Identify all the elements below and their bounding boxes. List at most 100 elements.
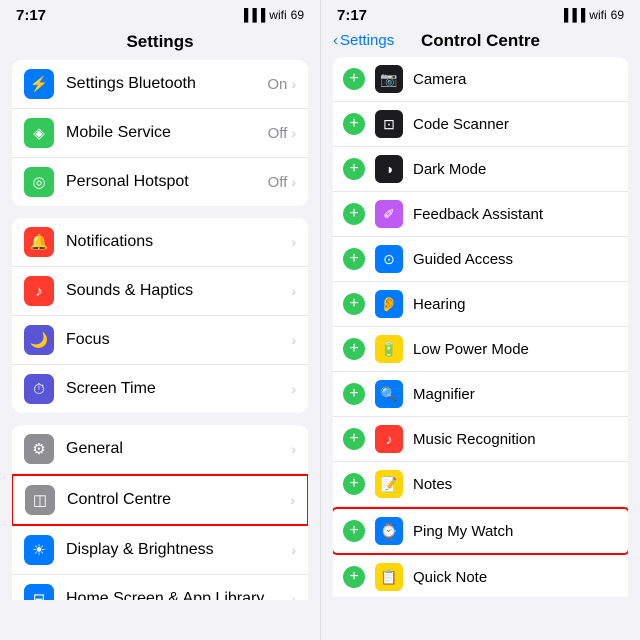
codescanner-icon: ⊡ — [375, 110, 403, 138]
right-scroll: +📷Camera+⊡Code Scanner+◑Dark Mode+✐Feedb… — [321, 57, 640, 597]
control-row-pingwatch[interactable]: + ⌚ Ping My Watch — [333, 507, 628, 555]
hotspot-icon: ◎ — [24, 167, 54, 197]
control-row-darkmode[interactable]: +◑Dark Mode — [333, 147, 628, 192]
right-time: 7:17 — [337, 7, 367, 24]
battery-icon: 69 — [291, 8, 304, 22]
back-button[interactable]: ‹ Settings — [333, 32, 394, 49]
codescanner-label: Code Scanner — [413, 116, 618, 133]
left-status-bar: 7:17 ▐▐▐ wifi 69 — [0, 0, 320, 28]
notes-label: Notes — [413, 476, 618, 493]
guided-add-button[interactable]: + — [343, 248, 365, 270]
lowpower-add-button[interactable]: + — [343, 338, 365, 360]
control-row-codescanner[interactable]: + ⊡ Code Scanner — [333, 102, 628, 147]
left-scroll: ⚡Settings BluetoothOn›◈Mobile ServiceOff… — [0, 60, 320, 600]
general-icon: ⚙ — [24, 434, 54, 464]
lowpower-icon: 🔋 — [375, 335, 403, 363]
notifications-label: Notifications — [66, 233, 291, 251]
bluetooth-icon: ⚡ — [24, 69, 54, 99]
camera-icon: 📷 — [375, 65, 403, 93]
guided-label: Guided Access — [413, 251, 618, 268]
general-chevron-icon: › — [291, 441, 296, 457]
settings-row-display[interactable]: ☀Display & Brightness› — [12, 526, 308, 575]
settings-row-notifications[interactable]: 🔔 Notifications› — [12, 218, 308, 267]
quicknote-add-button[interactable]: + — [343, 566, 365, 588]
right-battery-icon: 69 — [611, 8, 624, 22]
camera-label: Camera — [413, 71, 618, 88]
quicknote-label: Quick Note — [413, 569, 618, 586]
musicrec-icon: ♪ — [375, 425, 403, 453]
hotspot-chevron-icon: › — [291, 174, 296, 190]
sounds-label: Sounds & Haptics — [66, 282, 291, 300]
pingwatch-add-button[interactable]: + — [343, 520, 365, 542]
right-signal-icon: ▐▐▐ — [560, 8, 586, 22]
lowpower-label: Low Power Mode — [413, 341, 618, 358]
right-status-icons: ▐▐▐ wifi 69 — [560, 8, 624, 22]
focus-chevron-icon: › — [291, 332, 296, 348]
screentime-chevron-icon: › — [291, 381, 296, 397]
control-row-quicknote[interactable]: + 📋 Quick Note — [333, 555, 628, 597]
settings-row-hotspot[interactable]: ◎Personal HotspotOff› — [12, 158, 308, 206]
wifi-icon: wifi — [269, 8, 286, 22]
sounds-icon: ♪ — [24, 276, 54, 306]
homescreen-icon: ⊟ — [24, 584, 54, 600]
bluetooth-value: On — [267, 76, 287, 93]
magnifier-label: Magnifier — [413, 386, 618, 403]
pingwatch-icon: ⌚ — [375, 517, 403, 545]
mobile-value: Off — [268, 125, 288, 142]
control-row-notes[interactable]: +📝Notes — [333, 462, 628, 507]
screentime-icon: ⏱ — [24, 374, 54, 404]
guided-icon: ⊙ — [375, 245, 403, 273]
control-row-lowpower[interactable]: + 🔋 Low Power Mode — [333, 327, 628, 372]
control-row-magnifier[interactable]: + 🔍 Magnifier — [333, 372, 628, 417]
right-header: ‹ Settings Control Centre — [321, 28, 640, 57]
right-status-bar: 7:17 ▐▐▐ wifi 69 — [321, 0, 640, 28]
settings-row-controlcentre[interactable]: ◫ Control Centre› — [12, 474, 308, 526]
signal-icon: ▐▐▐ — [240, 8, 266, 22]
control-row-hearing[interactable]: +👂Hearing — [333, 282, 628, 327]
controlcentre-icon: ◫ — [25, 485, 55, 515]
musicrec-add-button[interactable]: + — [343, 428, 365, 450]
controlcentre-label: Control Centre — [67, 491, 290, 509]
hearing-add-button[interactable]: + — [343, 293, 365, 315]
right-panel: 7:17 ▐▐▐ wifi 69 ‹ Settings Control Cent… — [320, 0, 640, 640]
notes-add-button[interactable]: + — [343, 473, 365, 495]
settings-row-mobile[interactable]: ◈Mobile ServiceOff› — [12, 109, 308, 158]
magnifier-add-button[interactable]: + — [343, 383, 365, 405]
camera-add-button[interactable]: + — [343, 68, 365, 90]
focus-icon: 🌙 — [24, 325, 54, 355]
hotspot-value: Off — [268, 174, 288, 191]
feedback-icon: ✐ — [375, 200, 403, 228]
display-icon: ☀ — [24, 535, 54, 565]
screentime-label: Screen Time — [66, 380, 291, 398]
magnifier-icon: 🔍 — [375, 380, 403, 408]
right-page-title: Control Centre — [421, 31, 540, 51]
mobile-label: Mobile Service — [66, 124, 268, 142]
settings-row-sounds[interactable]: ♪Sounds & Haptics› — [12, 267, 308, 316]
controlcentre-chevron-icon: › — [290, 492, 295, 508]
settings-row-screentime[interactable]: ⏱ Screen Time› — [12, 365, 308, 413]
control-row-feedback[interactable]: + ✐ Feedback Assistant — [333, 192, 628, 237]
feedback-label: Feedback Assistant — [413, 206, 618, 223]
pingwatch-label: Ping My Watch — [413, 523, 618, 540]
focus-label: Focus — [66, 331, 291, 349]
homescreen-label: Home Screen & App Library — [66, 590, 291, 600]
left-status-icons: ▐▐▐ wifi 69 — [240, 8, 304, 22]
control-row-guided[interactable]: + ⊙ Guided Access — [333, 237, 628, 282]
darkmode-add-button[interactable]: + — [343, 158, 365, 180]
control-list: +📷Camera+⊡Code Scanner+◑Dark Mode+✐Feedb… — [321, 57, 640, 597]
control-row-musicrec[interactable]: +♪Music Recognition — [333, 417, 628, 462]
feedback-add-button[interactable]: + — [343, 203, 365, 225]
darkmode-icon: ◑ — [375, 155, 403, 183]
settings-row-general[interactable]: ⚙ General› — [12, 425, 308, 474]
hearing-label: Hearing — [413, 296, 618, 313]
control-row-camera[interactable]: + 📷 Camera — [333, 57, 628, 102]
settings-row-bluetooth[interactable]: ⚡Settings BluetoothOn› — [12, 60, 308, 109]
display-chevron-icon: › — [291, 542, 296, 558]
notifications-chevron-icon: › — [291, 234, 296, 250]
settings-row-homescreen[interactable]: ⊟Home Screen & App Library› — [12, 575, 308, 600]
notifications-icon: 🔔 — [24, 227, 54, 257]
general-label: General — [66, 440, 291, 458]
settings-row-focus[interactable]: 🌙 Focus› — [12, 316, 308, 365]
codescanner-add-button[interactable]: + — [343, 113, 365, 135]
quicknote-icon: 📋 — [375, 563, 403, 591]
